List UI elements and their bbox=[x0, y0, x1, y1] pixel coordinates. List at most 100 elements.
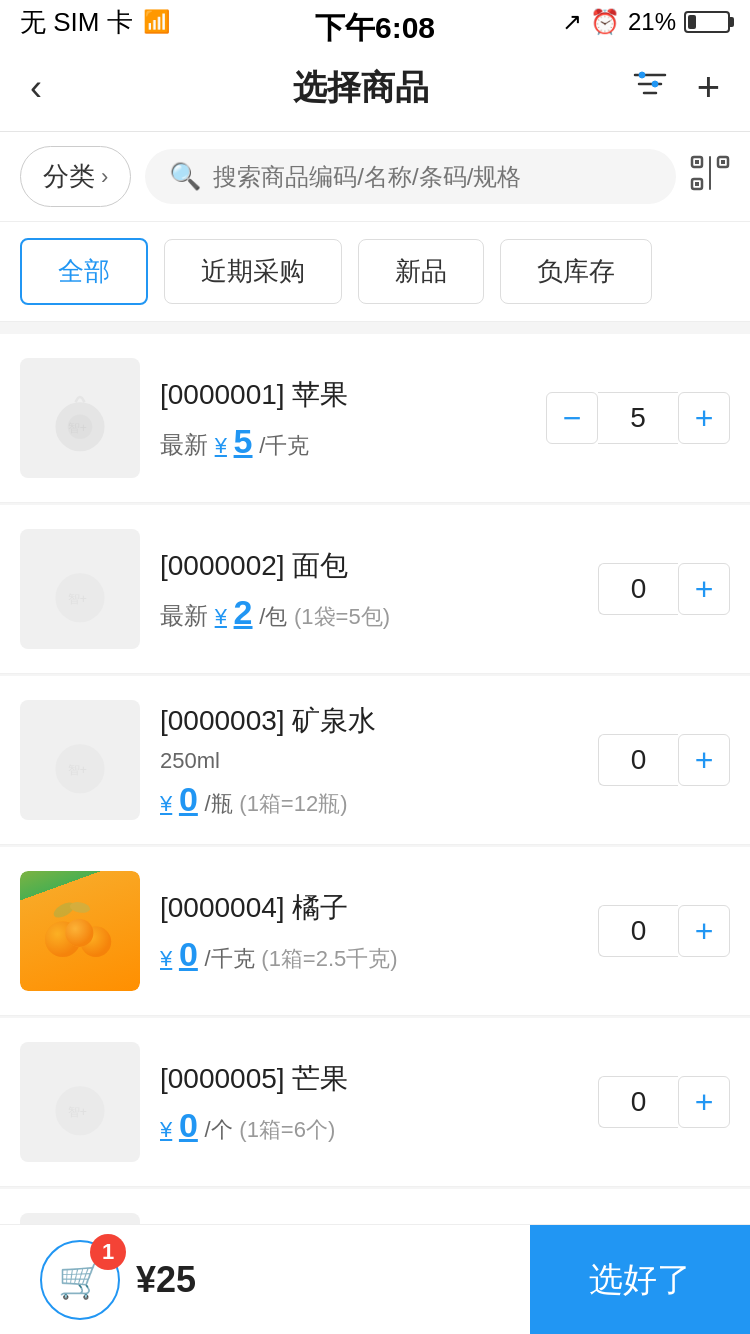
price-yen: ¥ bbox=[215, 433, 227, 458]
product-info: [0000003] 矿泉水 250ml ¥ 0 /瓶 (1箱=12瓶) bbox=[140, 702, 598, 819]
quantity-control: − + bbox=[546, 392, 730, 444]
qty-increase-button[interactable]: + bbox=[678, 734, 730, 786]
product-price: 最新 ¥ 5 /千克 bbox=[160, 422, 526, 461]
svg-text:智+: 智+ bbox=[68, 1105, 87, 1119]
quantity-control: + bbox=[598, 1076, 730, 1128]
product-info: [0000002] 面包 最新 ¥ 2 /包 (1袋=5包) bbox=[140, 547, 598, 632]
qty-increase-button[interactable]: + bbox=[678, 1076, 730, 1128]
qty-input[interactable] bbox=[598, 392, 678, 444]
product-thumbnail bbox=[20, 871, 140, 991]
qty-increase-button[interactable]: + bbox=[678, 392, 730, 444]
status-left: 无 SIM 卡 📶 bbox=[20, 5, 170, 40]
product-thumbnail: 智+ bbox=[20, 358, 140, 478]
nav-actions: + bbox=[633, 65, 720, 110]
product-price: ¥ 0 /千克 (1箱=2.5千克) bbox=[160, 935, 578, 974]
product-name: [0000001] 苹果 bbox=[160, 376, 526, 414]
search-bar: 分类 › 🔍 bbox=[0, 132, 750, 222]
price-unit: /个 bbox=[205, 1117, 233, 1142]
price-unit: /瓶 bbox=[205, 791, 233, 816]
product-thumbnail: 智+ bbox=[20, 529, 140, 649]
filter-tabs: 全部 近期采购 新品 负库存 bbox=[0, 222, 750, 322]
qty-increase-button[interactable]: + bbox=[678, 563, 730, 615]
product-name: [0000005] 芒果 bbox=[160, 1060, 578, 1098]
svg-point-3 bbox=[639, 72, 645, 78]
qty-decrease-button[interactable]: − bbox=[546, 392, 598, 444]
svg-point-20 bbox=[69, 901, 91, 915]
price-pack: (1箱=12瓶) bbox=[239, 791, 347, 816]
product-price: ¥ 0 /瓶 (1箱=12瓶) bbox=[160, 780, 578, 819]
price-number: 0 bbox=[179, 935, 198, 973]
product-thumbnail: 智+ bbox=[20, 700, 140, 820]
category-label: 分类 bbox=[43, 159, 95, 194]
svg-text:智+: 智+ bbox=[68, 592, 87, 606]
tab-negative[interactable]: 负库存 bbox=[500, 239, 652, 304]
price-yen: ¥ bbox=[160, 1117, 172, 1142]
product-spec: 250ml bbox=[160, 748, 578, 774]
price-unit: /千克 bbox=[259, 433, 309, 458]
product-name: [0000004] 橘子 bbox=[160, 889, 578, 927]
add-product-button[interactable]: + bbox=[697, 65, 720, 110]
product-item: 智+ [0000003] 矿泉水 250ml ¥ 0 /瓶 (1箱=12瓶) + bbox=[0, 676, 750, 845]
price-number: 0 bbox=[179, 1106, 198, 1144]
price-pack: (1袋=5包) bbox=[294, 604, 390, 629]
location-icon: ↗ bbox=[562, 8, 582, 36]
status-right: ↗ ⏰ 21% bbox=[562, 8, 730, 36]
tab-recent[interactable]: 近期采购 bbox=[164, 239, 342, 304]
product-thumbnail: 智+ bbox=[20, 1042, 140, 1162]
status-time: 下午6:08 bbox=[315, 8, 435, 49]
product-item: 智+ [0000005] 芒果 ¥ 0 /个 (1箱=6个) + bbox=[0, 1018, 750, 1187]
svg-rect-9 bbox=[721, 160, 725, 164]
price-pack: (1箱=2.5千克) bbox=[261, 946, 397, 971]
cart-section: 🛒 1 ¥25 bbox=[0, 1240, 530, 1320]
alarm-icon: ⏰ bbox=[590, 8, 620, 36]
qty-input[interactable] bbox=[598, 1076, 678, 1128]
product-price: ¥ 0 /个 (1箱=6个) bbox=[160, 1106, 578, 1145]
battery-bar bbox=[684, 11, 730, 33]
scan-icon[interactable] bbox=[690, 155, 730, 199]
qty-increase-button[interactable]: + bbox=[678, 905, 730, 957]
price-number: 5 bbox=[234, 422, 253, 460]
svg-point-4 bbox=[652, 81, 658, 87]
product-item: 智+ [0000001] 苹果 最新 ¥ 5 /千克 − + bbox=[0, 334, 750, 503]
svg-point-26 bbox=[65, 919, 93, 947]
page-title: 选择商品 bbox=[293, 65, 429, 111]
cart-badge: 1 bbox=[90, 1234, 126, 1270]
back-button[interactable]: ‹ bbox=[30, 67, 90, 109]
product-list: 智+ [0000001] 苹果 最新 ¥ 5 /千克 − + 智+ bbox=[0, 334, 750, 1334]
filter-icon[interactable] bbox=[633, 69, 667, 106]
price-number: 2 bbox=[234, 593, 253, 631]
qty-input[interactable] bbox=[598, 734, 678, 786]
svg-text:智+: 智+ bbox=[68, 421, 87, 435]
price-label: 最新 bbox=[160, 602, 215, 629]
carrier-text: 无 SIM 卡 bbox=[20, 5, 133, 40]
price-number: 0 bbox=[179, 780, 198, 818]
cart-total-price: ¥25 bbox=[136, 1259, 196, 1301]
cart-button[interactable]: 🛒 1 bbox=[40, 1240, 120, 1320]
svg-rect-8 bbox=[695, 160, 699, 164]
tab-all[interactable]: 全部 bbox=[20, 238, 148, 305]
bottom-bar: 🛒 1 ¥25 选好了 bbox=[0, 1224, 750, 1334]
product-item: 智+ [0000002] 面包 最新 ¥ 2 /包 (1袋=5包) + bbox=[0, 505, 750, 674]
product-info: [0000004] 橘子 ¥ 0 /千克 (1箱=2.5千克) bbox=[140, 889, 598, 974]
price-unit: /千克 bbox=[205, 946, 255, 971]
nav-bar: ‹ 选择商品 + bbox=[0, 44, 750, 132]
quantity-control: + bbox=[598, 905, 730, 957]
product-name: [0000002] 面包 bbox=[160, 547, 578, 585]
confirm-button[interactable]: 选好了 bbox=[530, 1225, 750, 1335]
search-icon: 🔍 bbox=[169, 161, 201, 192]
battery-text: 21% bbox=[628, 8, 676, 36]
price-label: 最新 bbox=[160, 431, 215, 458]
price-unit: /包 bbox=[259, 604, 287, 629]
search-input[interactable] bbox=[213, 163, 652, 191]
price-yen: ¥ bbox=[215, 604, 227, 629]
category-button[interactable]: 分类 › bbox=[20, 146, 131, 207]
chevron-right-icon: › bbox=[101, 164, 108, 190]
qty-input[interactable] bbox=[598, 563, 678, 615]
quantity-control: + bbox=[598, 734, 730, 786]
svg-text:智+: 智+ bbox=[68, 763, 87, 777]
product-name: [0000003] 矿泉水 bbox=[160, 702, 578, 740]
tab-new[interactable]: 新品 bbox=[358, 239, 484, 304]
quantity-control: + bbox=[598, 563, 730, 615]
qty-input[interactable] bbox=[598, 905, 678, 957]
svg-rect-10 bbox=[695, 182, 699, 186]
